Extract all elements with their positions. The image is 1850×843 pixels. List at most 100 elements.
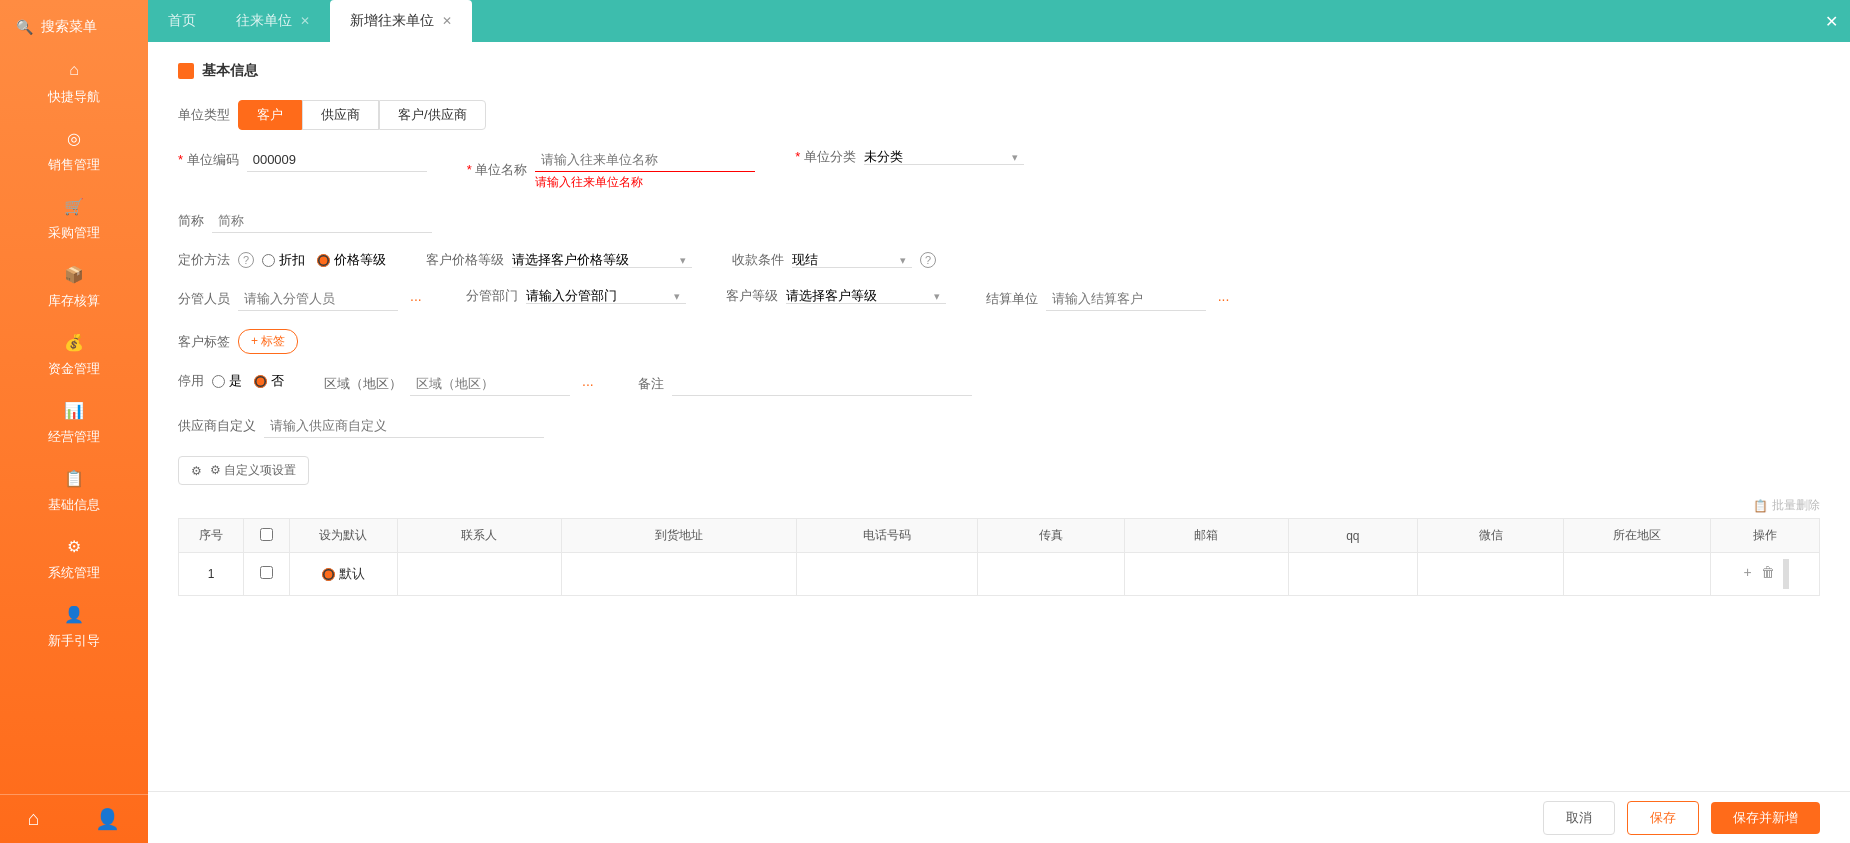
sidebar-item-system[interactable]: ⚙ 系统管理: [0, 522, 148, 590]
unit-category-select[interactable]: 未分类: [864, 149, 1024, 165]
cell-default: 默认: [290, 553, 398, 596]
tab-partners-close[interactable]: ✕: [300, 14, 310, 28]
sidebar-item-inventory[interactable]: 📦 库存核算: [0, 250, 148, 318]
sidebar-item-finance[interactable]: 💰 资金管理: [0, 318, 148, 386]
form-field-supplier-custom: 供应商自定义: [178, 414, 544, 438]
unit-name-input[interactable]: [535, 148, 755, 172]
payment-terms-help-icon[interactable]: ?: [920, 252, 936, 268]
sidebar-footer: ⌂ 👤: [0, 794, 148, 843]
row-drag-handle[interactable]: [1783, 559, 1789, 589]
disabled-radio-no[interactable]: 否: [254, 372, 284, 390]
batch-delete-label[interactable]: 批量删除: [1772, 497, 1820, 514]
customer-price-select[interactable]: 请选择客户价格等级: [512, 252, 692, 268]
tag-add-btn[interactable]: + 标签: [238, 329, 298, 354]
unit-name-label: 单位名称: [467, 161, 528, 179]
tab-partners[interactable]: 往来单位 ✕: [216, 0, 330, 42]
supplier-custom-input[interactable]: [264, 414, 544, 438]
form-field-code: 单位编码: [178, 148, 427, 172]
default-radio-label[interactable]: 默认: [296, 565, 391, 583]
section-icon: [178, 63, 194, 79]
sidebar-item-label: 采购管理: [48, 224, 100, 242]
basics-icon: 📋: [60, 464, 88, 492]
unit-code-input[interactable]: [247, 148, 427, 172]
table-body: 1 默认: [179, 553, 1820, 596]
type-btn-customer[interactable]: 客户: [238, 100, 302, 130]
cell-phone: [796, 553, 978, 596]
inventory-icon: 📦: [60, 260, 88, 288]
wechat-input[interactable]: [1456, 567, 1526, 582]
sidebar-item-quick-nav[interactable]: ⌂ 快捷导航: [0, 46, 148, 114]
row-region-input[interactable]: [1602, 567, 1672, 582]
sidebar-user-btn[interactable]: 👤: [87, 803, 128, 835]
payment-terms-select[interactable]: 现结: [792, 252, 912, 268]
section-title: 基本信息: [202, 62, 258, 80]
save-button[interactable]: 保存: [1627, 801, 1699, 835]
notes-input[interactable]: [672, 372, 972, 396]
cell-fax: [978, 553, 1124, 596]
disabled-radio-yes[interactable]: 是: [212, 372, 242, 390]
fax-input[interactable]: [1016, 567, 1086, 582]
payment-terms-select-wrapper: 现结: [792, 252, 912, 268]
contact-table: 序号 设为默认 联系人 到货地址 电话号码 传真 邮箱 qq 微信 所在地区 操…: [178, 518, 1820, 596]
pricing-label: 定价方法: [178, 251, 230, 269]
sidebar-item-label: 基础信息: [48, 496, 100, 514]
settlement-ellipsis-btn[interactable]: ···: [1214, 291, 1234, 307]
pricing-radio-discount-input[interactable]: [262, 254, 275, 267]
cell-seq: 1: [179, 553, 244, 596]
sidebar: 🔍 搜索菜单 ⌂ 快捷导航 ◎ 销售管理 🛒 采购管理 📦 库存核算 💰 资金管…: [0, 0, 148, 843]
row-checkbox[interactable]: [260, 566, 273, 579]
row-add-btn[interactable]: +: [1740, 564, 1754, 580]
payment-terms-label: 收款条件: [732, 251, 784, 269]
tab-home[interactable]: 首页: [148, 0, 216, 42]
tab-new-partner-close[interactable]: ✕: [442, 14, 452, 28]
pricing-radio-level-input[interactable]: [317, 254, 330, 267]
manager-input[interactable]: [238, 287, 398, 311]
col-qq: qq: [1288, 519, 1417, 553]
custom-settings-btn[interactable]: ⚙ ⚙ 自定义项设置: [178, 456, 309, 485]
pricing-help-icon[interactable]: ?: [238, 252, 254, 268]
qq-input[interactable]: [1323, 567, 1383, 582]
row-delete-btn[interactable]: 🗑: [1758, 564, 1778, 580]
sidebar-item-purchase[interactable]: 🛒 采购管理: [0, 182, 148, 250]
contact-input[interactable]: [439, 567, 519, 582]
sidebar-item-operations[interactable]: 📊 经营管理: [0, 386, 148, 454]
table-header: 序号 设为默认 联系人 到货地址 电话号码 传真 邮箱 qq 微信 所在地区 操…: [179, 519, 1820, 553]
col-wechat: 微信: [1417, 519, 1563, 553]
short-name-input[interactable]: [212, 209, 432, 233]
disabled-radio-no-input[interactable]: [254, 375, 267, 388]
region-input[interactable]: [410, 372, 570, 396]
sidebar-item-label: 销售管理: [48, 156, 100, 174]
settlement-input[interactable]: [1046, 287, 1206, 311]
cancel-button[interactable]: 取消: [1543, 801, 1615, 835]
address-input[interactable]: [619, 567, 739, 582]
department-select-wrapper: 请输入分管部门: [526, 288, 686, 304]
cell-wechat: [1417, 553, 1563, 596]
sidebar-item-basics[interactable]: 📋 基础信息: [0, 454, 148, 522]
sidebar-item-sales[interactable]: ◎ 销售管理: [0, 114, 148, 182]
type-btn-both[interactable]: 客户/供应商: [379, 100, 486, 130]
customer-level-select-wrapper: 请选择客户等级: [786, 288, 946, 304]
cell-email: [1124, 553, 1288, 596]
sidebar-home-btn[interactable]: ⌂: [20, 803, 48, 835]
tab-new-partner[interactable]: 新增往来单位 ✕: [330, 0, 472, 42]
manager-ellipsis-btn[interactable]: ···: [406, 291, 426, 307]
form-field-customer-level: 客户等级 请选择客户等级: [726, 287, 946, 305]
pricing-radio-level[interactable]: 价格等级: [317, 251, 386, 269]
col-fax: 传真: [978, 519, 1124, 553]
sidebar-item-newbie[interactable]: 👤 新手引导: [0, 590, 148, 658]
region-ellipsis-btn[interactable]: ···: [578, 376, 598, 392]
default-radio-input[interactable]: [322, 568, 335, 581]
tabs-bar-close-btn[interactable]: ✕: [1825, 12, 1838, 31]
sidebar-item-label: 资金管理: [48, 360, 100, 378]
department-select[interactable]: 请输入分管部门: [526, 288, 686, 304]
phone-input[interactable]: [842, 567, 932, 582]
pricing-radio-discount[interactable]: 折扣: [262, 251, 305, 269]
disabled-radio-yes-input[interactable]: [212, 375, 225, 388]
cell-address: [561, 553, 796, 596]
email-input[interactable]: [1166, 567, 1246, 582]
sidebar-item-search[interactable]: 🔍 搜索菜单: [0, 8, 148, 46]
save-new-button[interactable]: 保存并新增: [1711, 802, 1820, 834]
customer-level-select[interactable]: 请选择客户等级: [786, 288, 946, 304]
table-select-all[interactable]: [260, 528, 273, 541]
type-btn-supplier[interactable]: 供应商: [302, 100, 379, 130]
